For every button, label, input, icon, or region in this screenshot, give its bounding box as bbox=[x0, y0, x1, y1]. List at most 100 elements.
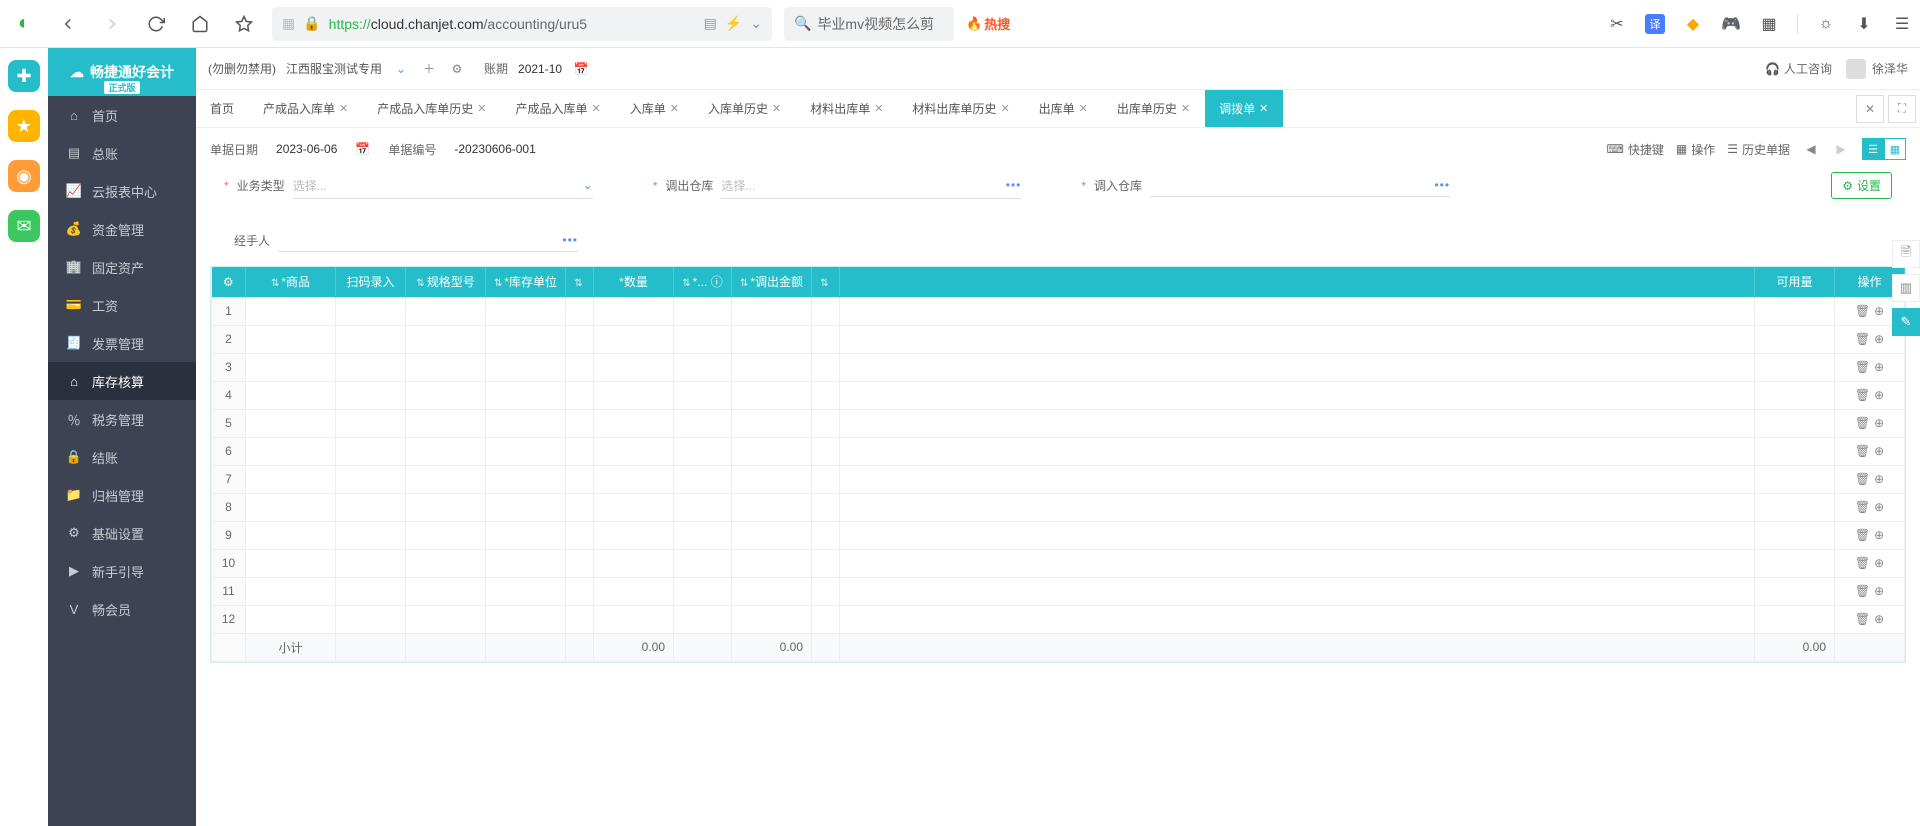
table-row[interactable]: 11🗑⊕ bbox=[212, 577, 1905, 605]
cell[interactable] bbox=[732, 577, 812, 605]
delete-row-icon[interactable]: 🗑 bbox=[1855, 584, 1870, 598]
cell[interactable] bbox=[840, 297, 1755, 325]
sidebar-item-invoice[interactable]: 🧾发票管理 bbox=[48, 324, 196, 362]
qr-icon[interactable]: ▤ bbox=[704, 15, 717, 32]
tab-9[interactable]: 出库单历史✕ bbox=[1103, 90, 1205, 127]
cell[interactable] bbox=[566, 409, 594, 437]
tab-close-icon[interactable]: ✕ bbox=[1181, 102, 1190, 115]
cell[interactable] bbox=[336, 381, 406, 409]
cell[interactable] bbox=[594, 409, 674, 437]
cell[interactable] bbox=[566, 297, 594, 325]
prev-doc-button[interactable]: ◀ bbox=[1802, 140, 1820, 158]
table-row[interactable]: 9🗑⊕ bbox=[212, 521, 1905, 549]
col-available[interactable]: 可用量 bbox=[1755, 267, 1835, 297]
cell-available[interactable] bbox=[1755, 549, 1835, 577]
cell[interactable] bbox=[674, 297, 732, 325]
tab-3[interactable]: 产成品入库单✕ bbox=[501, 90, 615, 127]
cell[interactable] bbox=[732, 549, 812, 577]
cell[interactable] bbox=[674, 549, 732, 577]
insert-row-icon[interactable]: ⊕ bbox=[1874, 612, 1884, 626]
col-sort1[interactable]: ⇅ bbox=[566, 267, 594, 297]
cell[interactable] bbox=[406, 297, 486, 325]
cell[interactable] bbox=[336, 493, 406, 521]
cell[interactable] bbox=[674, 493, 732, 521]
delete-row-icon[interactable]: 🗑 bbox=[1855, 388, 1870, 402]
favorite-button[interactable] bbox=[228, 8, 260, 40]
forward-button[interactable] bbox=[96, 8, 128, 40]
insert-row-icon[interactable]: ⊕ bbox=[1874, 556, 1884, 570]
user-menu[interactable]: 徐泽华 bbox=[1846, 59, 1908, 79]
add-org-button[interactable]: ＋ bbox=[420, 60, 438, 78]
cell[interactable] bbox=[732, 325, 812, 353]
tab-0[interactable]: 首页 bbox=[196, 90, 249, 127]
cell[interactable] bbox=[486, 297, 566, 325]
view-list-button[interactable]: ☰ bbox=[1862, 138, 1884, 160]
delete-row-icon[interactable]: 🗑 bbox=[1855, 612, 1870, 626]
cell-available[interactable] bbox=[1755, 409, 1835, 437]
out-wh-select[interactable]: 选择... ••• bbox=[721, 173, 1021, 199]
tab-4[interactable]: 入库单✕ bbox=[616, 90, 694, 127]
cell[interactable] bbox=[406, 409, 486, 437]
table-row[interactable]: 10🗑⊕ bbox=[212, 549, 1905, 577]
cell[interactable] bbox=[812, 493, 840, 521]
cell[interactable] bbox=[566, 381, 594, 409]
delete-row-icon[interactable]: 🗑 bbox=[1855, 304, 1870, 318]
insert-row-icon[interactable]: ⊕ bbox=[1874, 500, 1884, 514]
reload-button[interactable] bbox=[140, 8, 172, 40]
cell-available[interactable] bbox=[1755, 325, 1835, 353]
download-icon[interactable]: ⬇ bbox=[1854, 14, 1874, 34]
cell[interactable] bbox=[336, 325, 406, 353]
cell-available[interactable] bbox=[1755, 521, 1835, 549]
delete-row-icon[interactable]: 🗑 bbox=[1855, 360, 1870, 374]
cell[interactable] bbox=[566, 577, 594, 605]
table-row[interactable]: 5🗑⊕ bbox=[212, 409, 1905, 437]
cell[interactable] bbox=[566, 605, 594, 633]
address-bar[interactable]: ▦ 🔒 https://cloud.chanjet.com/accounting… bbox=[272, 7, 772, 41]
cell[interactable] bbox=[406, 521, 486, 549]
cell[interactable] bbox=[486, 437, 566, 465]
cell[interactable] bbox=[594, 549, 674, 577]
insert-row-icon[interactable]: ⊕ bbox=[1874, 472, 1884, 486]
doc-date-picker-icon[interactable]: 📅 bbox=[355, 142, 370, 156]
cell[interactable] bbox=[732, 409, 812, 437]
cell[interactable] bbox=[406, 493, 486, 521]
cell[interactable] bbox=[566, 325, 594, 353]
cell[interactable] bbox=[732, 605, 812, 633]
cell[interactable] bbox=[566, 465, 594, 493]
cell[interactable] bbox=[732, 465, 812, 493]
col-dots[interactable]: ⇅*... ⓘ bbox=[674, 267, 732, 297]
sidebar-item-stock[interactable]: ⌂库存核算 bbox=[48, 362, 196, 400]
tab-close-icon[interactable]: ✕ bbox=[477, 102, 486, 115]
cell[interactable] bbox=[486, 549, 566, 577]
cell[interactable] bbox=[486, 605, 566, 633]
tab-1[interactable]: 产成品入库单✕ bbox=[249, 90, 363, 127]
cell[interactable] bbox=[486, 409, 566, 437]
tab-close-icon[interactable]: ✕ bbox=[1259, 102, 1268, 115]
cell[interactable] bbox=[674, 381, 732, 409]
col-amount[interactable]: ⇅*调出金额 bbox=[732, 267, 812, 297]
delete-row-icon[interactable]: 🗑 bbox=[1855, 416, 1870, 430]
cell[interactable] bbox=[812, 409, 840, 437]
cell[interactable] bbox=[486, 353, 566, 381]
cell[interactable] bbox=[336, 605, 406, 633]
cell[interactable] bbox=[840, 465, 1755, 493]
cell[interactable] bbox=[674, 577, 732, 605]
cell[interactable] bbox=[840, 549, 1755, 577]
cell[interactable] bbox=[840, 521, 1755, 549]
cell[interactable] bbox=[840, 493, 1755, 521]
cell-available[interactable] bbox=[1755, 493, 1835, 521]
table-row[interactable]: 4🗑⊕ bbox=[212, 381, 1905, 409]
cell[interactable] bbox=[812, 437, 840, 465]
cell-available[interactable] bbox=[1755, 465, 1835, 493]
theme-icon[interactable]: ☼ bbox=[1816, 14, 1836, 34]
col-gear[interactable]: ⚙ bbox=[212, 267, 246, 297]
col-sort2[interactable]: ⇅ bbox=[812, 267, 840, 297]
wallet-icon[interactable]: ◆ bbox=[1683, 14, 1703, 34]
cell[interactable] bbox=[336, 465, 406, 493]
cell[interactable] bbox=[840, 605, 1755, 633]
help-icon[interactable]: ⓘ bbox=[711, 275, 723, 289]
cell-available[interactable] bbox=[1755, 353, 1835, 381]
cell[interactable] bbox=[812, 465, 840, 493]
cell[interactable] bbox=[840, 409, 1755, 437]
cell[interactable] bbox=[840, 577, 1755, 605]
